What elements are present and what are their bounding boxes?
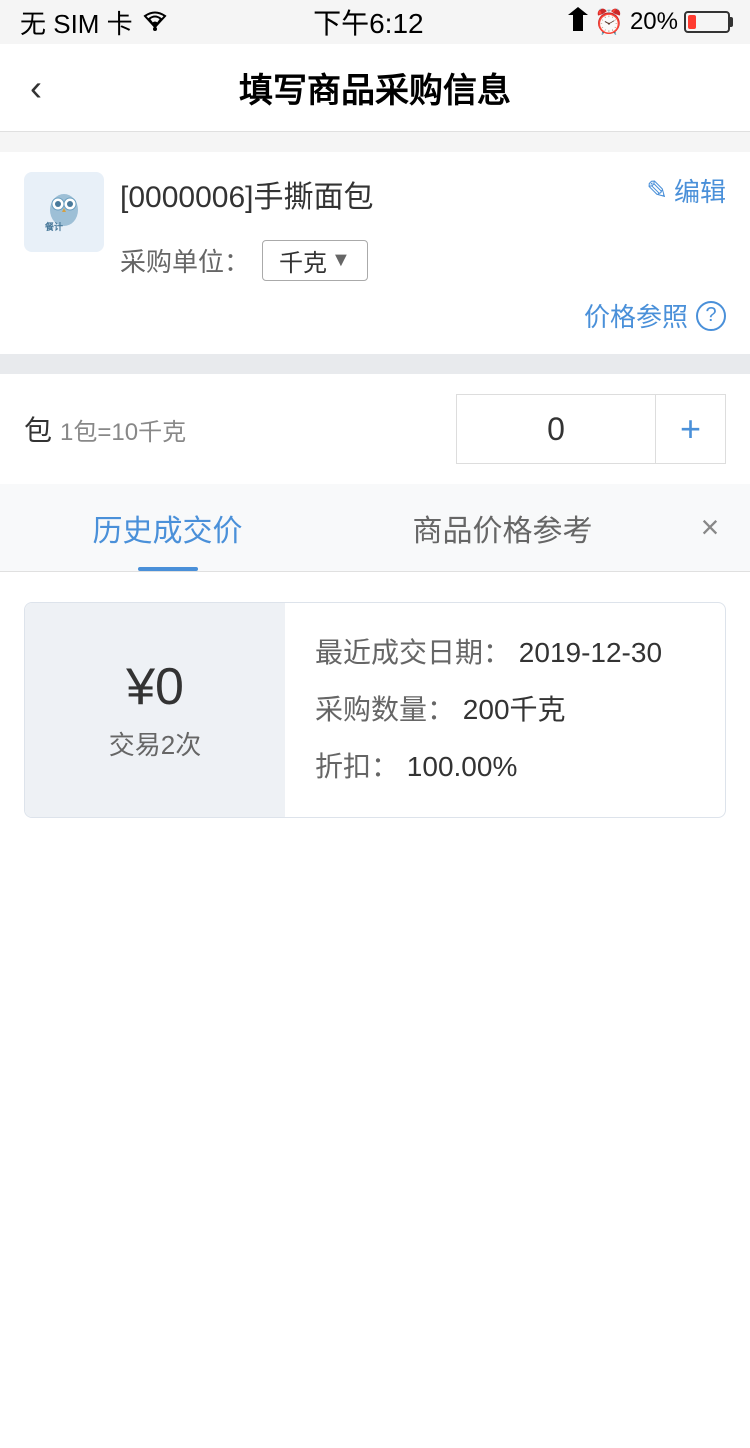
divider-bar (0, 354, 750, 374)
location-icon (568, 7, 588, 38)
edit-label: 编辑 (674, 172, 726, 209)
price-amount: ¥0 (126, 657, 184, 717)
edit-button[interactable]: ✎ 编辑 (646, 172, 726, 209)
status-right: ⏰ 20% (568, 7, 730, 38)
product-thumbnail: 餐计 (24, 172, 104, 252)
wifi-icon (141, 7, 169, 38)
price-ref-label: 价格参照 (584, 297, 688, 334)
close-icon: × (701, 509, 720, 546)
price-details: 最近成交日期： 2019-12-30 采购数量： 200千克 折扣： 100.0… (285, 603, 725, 817)
battery-icon (684, 11, 730, 33)
product-header: 餐计 [0000006]手撕面包 采购单位： 千克 ▼ ✎ 编辑 (24, 172, 726, 281)
battery-percent: 20% (630, 8, 678, 36)
tab-close-button[interactable]: × (670, 484, 750, 571)
page-title: 填写商品采购信息 (239, 63, 511, 112)
purchase-qty-row: 采购数量： 200千克 (315, 690, 695, 729)
recent-date-label: 最近成交日期： (315, 637, 511, 668)
tab-product-price-ref[interactable]: 商品价格参考 (335, 484, 670, 571)
package-note: 1包=10千克 (60, 412, 186, 447)
bottom-area (0, 848, 750, 1448)
edit-icon: ✎ (646, 175, 668, 206)
quantity-input[interactable] (456, 394, 656, 464)
discount-label: 折扣： (315, 751, 399, 782)
tab-product-label: 商品价格参考 (413, 506, 593, 550)
price-summary: ¥0 交易2次 (25, 603, 285, 817)
price-section: ¥0 交易2次 最近成交日期： 2019-12-30 采购数量： 200千克 折… (0, 572, 750, 848)
carrier-label: 无 SIM 卡 (20, 4, 133, 41)
product-info: [0000006]手撕面包 采购单位： 千克 ▼ (120, 172, 373, 281)
product-left: 餐计 [0000006]手撕面包 采购单位： 千克 ▼ (24, 172, 373, 281)
status-time: 下午6:12 (313, 2, 424, 42)
product-unit-row: 采购单位： 千克 ▼ (120, 240, 373, 281)
quantity-plus-button[interactable]: + (656, 394, 726, 464)
alarm-icon: ⏰ (594, 8, 624, 37)
svg-text:餐计: 餐计 (44, 221, 63, 232)
quantity-label: 包 1包=10千克 (24, 409, 186, 449)
panel-area: 历史成交价 商品价格参考 × ¥0 交易2次 最近成交日期： 2019-12-3… (0, 484, 750, 848)
product-card: 餐计 [0000006]手撕面包 采购单位： 千克 ▼ ✎ 编辑 (0, 152, 750, 354)
unit-value: 千克 (279, 243, 327, 278)
package-label: 包 (24, 409, 52, 449)
tab-history-price[interactable]: 历史成交价 (0, 484, 335, 571)
tabs: 历史成交价 商品价格参考 × (0, 484, 750, 572)
back-button[interactable]: ‹ (20, 57, 52, 119)
purchase-qty-label: 采购数量： (315, 694, 455, 725)
unit-dropdown-arrow: ▼ (331, 249, 351, 272)
nav-bar: ‹ 填写商品采购信息 (0, 44, 750, 132)
plus-icon: + (680, 408, 701, 450)
purchase-qty-value: 200千克 (463, 694, 566, 725)
product-name: [0000006]手撕面包 (120, 172, 373, 216)
tab-history-label: 历史成交价 (93, 506, 243, 550)
discount-value: 100.00% (407, 751, 518, 782)
price-transactions: 交易2次 (109, 725, 201, 762)
status-bar: 无 SIM 卡 下午6:12 ⏰ 20% (0, 0, 750, 44)
price-card: ¥0 交易2次 最近成交日期： 2019-12-30 采购数量： 200千克 折… (24, 602, 726, 818)
quantity-row: 包 1包=10千克 + (0, 374, 750, 484)
discount-row: 折扣： 100.00% (315, 747, 695, 786)
price-ref-button[interactable]: 价格参照 ? (584, 297, 726, 334)
unit-label: 采购单位： (120, 242, 250, 279)
product-footer: 价格参照 ? (24, 297, 726, 334)
recent-date-row: 最近成交日期： 2019-12-30 (315, 633, 695, 672)
status-left: 无 SIM 卡 (20, 4, 169, 41)
owl-icon: 餐计 (39, 182, 89, 242)
unit-selector[interactable]: 千克 ▼ (262, 240, 368, 281)
quantity-controls: + (456, 394, 726, 464)
recent-date-value: 2019-12-30 (519, 637, 662, 668)
info-icon: ? (696, 301, 726, 331)
